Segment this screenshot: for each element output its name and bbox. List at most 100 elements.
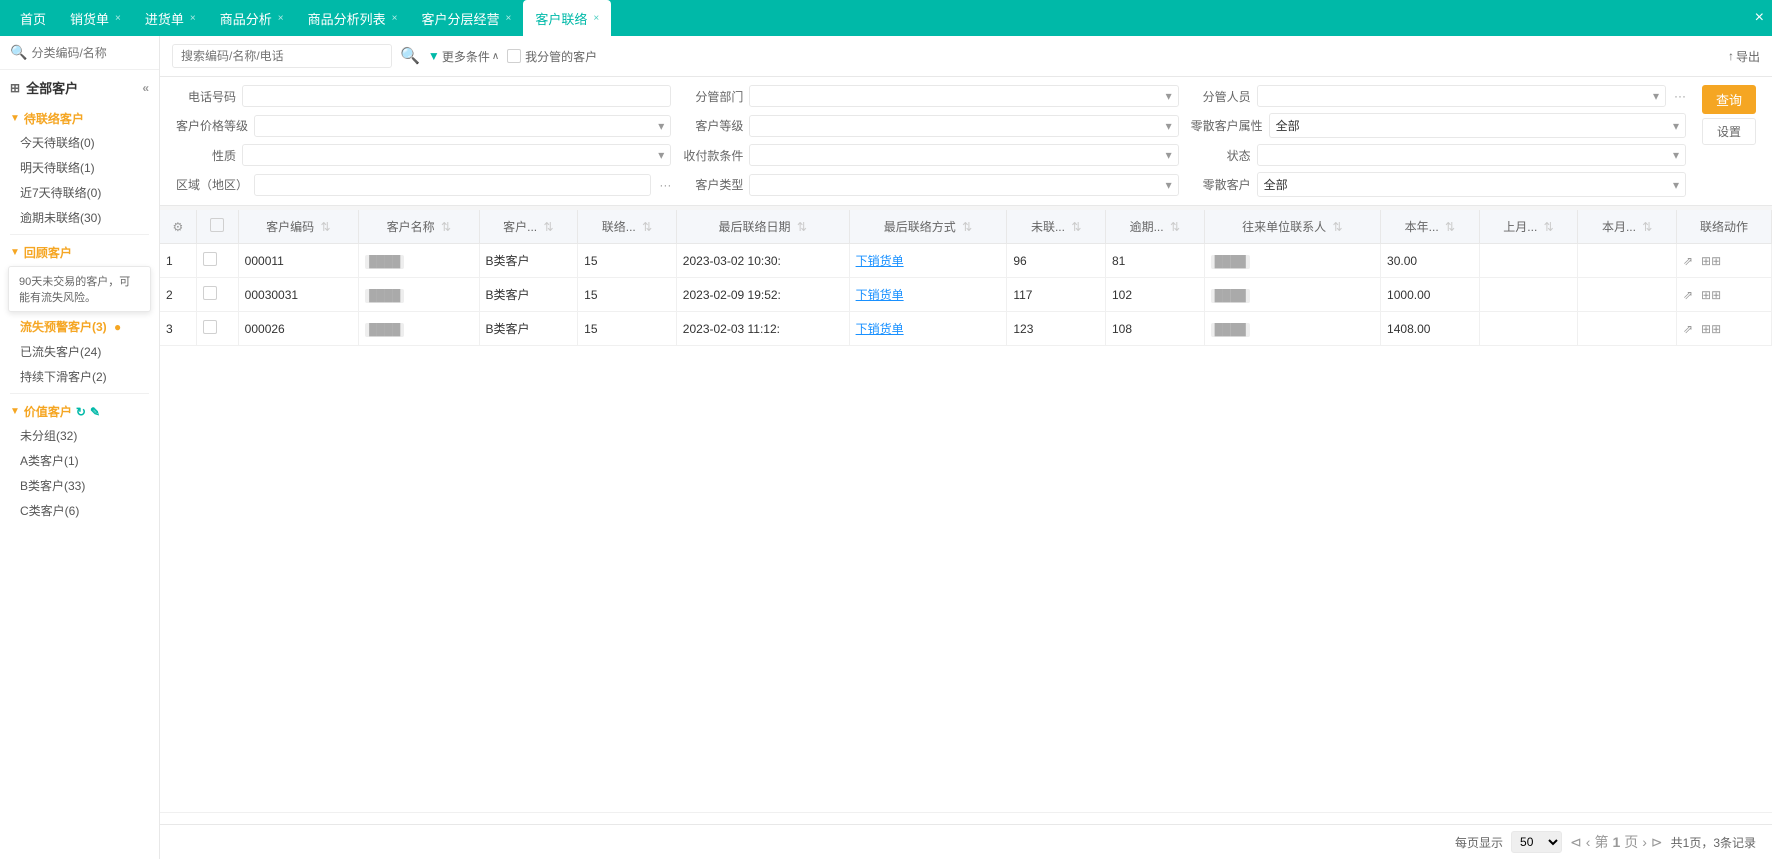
sort-icon-this-year[interactable]: ⇅ [1445, 220, 1455, 234]
my-customers-toggle[interactable]: 我分管的客户 [507, 48, 597, 65]
tab-customer-stratification[interactable]: 客户分层经营 × [409, 0, 523, 36]
filter-scatter-attr-select[interactable]: 全部 ▾ [1269, 113, 1686, 138]
row-checkbox[interactable] [203, 320, 217, 334]
sort-icon-this-month[interactable]: ⇅ [1642, 220, 1652, 234]
filter-customer-type-select[interactable]: ▾ [749, 174, 1178, 196]
sidebar-item-ungrouped[interactable]: 未分组(32) [0, 423, 159, 448]
page-unit: 页 [1624, 832, 1638, 852]
table-settings-icon[interactable]: ⚙ [172, 220, 183, 234]
close-tab-customer-stratification[interactable]: × [505, 13, 511, 24]
action-link-icon[interactable]: ⇗ [1683, 322, 1693, 336]
sidebar-group-value[interactable]: ▼ 价值客户 ↻ ✎ [0, 398, 159, 423]
sidebar-item-class-c[interactable]: C类客户(6) [0, 498, 159, 523]
close-tab-purchase-order[interactable]: × [190, 13, 196, 24]
sidebar-all-customers[interactable]: ⊞ 全部客户 « [0, 70, 159, 105]
last-method-link[interactable]: 下销货单 [856, 254, 904, 268]
window-close-button[interactable]: × [1755, 9, 1764, 27]
filter-region-input[interactable] [254, 174, 651, 196]
row-contact-person: ████ [1204, 278, 1380, 312]
action-link-icon[interactable]: ⇗ [1683, 254, 1693, 268]
close-tab-product-analysis[interactable]: × [278, 13, 284, 24]
per-page-select[interactable]: 50 100 [1511, 831, 1562, 853]
action-link-icon[interactable]: ⇗ [1683, 288, 1693, 302]
action-more-icon[interactable]: ⊞⊞ [1701, 288, 1721, 302]
sidebar-item-overdue-contact[interactable]: 逾期未联络(30) [0, 205, 159, 230]
sidebar-item-tomorrow-contact[interactable]: 明天待联络(1) [0, 155, 159, 180]
search-button[interactable]: 🔍 [400, 46, 420, 66]
search-input[interactable] [172, 44, 392, 68]
sidebar-item-churned[interactable]: 已流失客户(24) [0, 339, 159, 364]
sidebar-item-declining[interactable]: 持续下滑客户(2) [0, 364, 159, 389]
query-button[interactable]: 查询 [1702, 85, 1756, 114]
select-all-checkbox[interactable] [210, 218, 224, 232]
filter-nature-select[interactable]: ▾ [242, 144, 671, 166]
tab-purchase-order[interactable]: 进货单 × [133, 0, 208, 36]
sidebar-item-today-contact[interactable]: 今天待联络(0) [0, 130, 159, 155]
page-prev-btn[interactable]: ‹ [1586, 834, 1591, 850]
sidebar-item-class-a[interactable]: A类客户(1) [0, 448, 159, 473]
search-bar: 🔍 ▼ 更多条件 ∧ 我分管的客户 ↑ 导出 [160, 36, 1772, 77]
filter-status: 状态 ▾ [1191, 144, 1686, 166]
filter-settings-button[interactable]: 设置 [1702, 118, 1756, 145]
sort-icon-last-month[interactable]: ⇅ [1544, 220, 1554, 234]
tab-product-analysis[interactable]: 商品分析 × [208, 0, 296, 36]
sort-icon-type[interactable]: ⇅ [543, 220, 553, 234]
last-method-link[interactable]: 下销货单 [856, 322, 904, 336]
sort-icon-overdue[interactable]: ⇅ [1170, 220, 1180, 234]
sidebar-group-review[interactable]: ▼ 回顾客户 [0, 239, 159, 264]
close-tab-product-analysis-list[interactable]: × [392, 13, 398, 24]
filter-status-select[interactable]: ▾ [1257, 144, 1686, 166]
sidebar-item-7day-contact[interactable]: 近7天待联络(0) [0, 180, 159, 205]
my-customers-checkbox[interactable] [507, 49, 521, 63]
filter-region: 区域（地区） ··· [176, 174, 671, 196]
action-more-icon[interactable]: ⊞⊞ [1701, 322, 1721, 336]
filter-manager-select[interactable]: ▾ [1257, 85, 1666, 107]
filter-payment-select[interactable]: ▾ [749, 144, 1178, 166]
page-next-btn[interactable]: › [1642, 834, 1647, 850]
col-unlink-days: 未联... ⇅ [1007, 210, 1106, 244]
filter-scatter-customer-select[interactable]: 全部 ▾ [1257, 172, 1686, 197]
page-last-btn[interactable]: ⊳ [1651, 834, 1663, 851]
last-method-link[interactable]: 下销货单 [856, 288, 904, 302]
tab-home[interactable]: 首页 [8, 0, 58, 36]
action-more-icon[interactable]: ⊞⊞ [1701, 254, 1721, 268]
tab-product-analysis-list[interactable]: 商品分析列表 × [296, 0, 410, 36]
filter-customer-tier-select[interactable]: ▾ [749, 115, 1178, 137]
edit-icon[interactable]: ✎ [90, 405, 100, 419]
horizontal-scrollbar[interactable] [160, 812, 1772, 824]
filter-dept-select[interactable]: ▾ [749, 85, 1178, 107]
sidebar-search-input[interactable] [31, 46, 149, 60]
manager-dots[interactable]: ··· [1674, 89, 1686, 103]
sidebar-group-pending[interactable]: ▼ 待联络客户 [0, 105, 159, 130]
row-last-month [1479, 278, 1578, 312]
filter-phone-input[interactable] [242, 85, 671, 107]
refresh-icon[interactable]: ↻ [76, 405, 86, 419]
sort-icon-name[interactable]: ⇅ [441, 220, 451, 234]
sidebar-item-class-b[interactable]: B类客户(33) [0, 473, 159, 498]
sort-icon-last-method[interactable]: ⇅ [962, 220, 972, 234]
filter-price-tier-select[interactable]: ▾ [254, 115, 671, 137]
row-contact-person: ████ [1204, 244, 1380, 278]
close-tab-customer-contact[interactable]: × [593, 13, 599, 24]
row-contact-count: 15 [578, 278, 677, 312]
row-this-month [1578, 312, 1677, 346]
tab-customer-contact[interactable]: 客户联络 × [523, 0, 611, 36]
close-tab-sales-order[interactable]: × [115, 13, 121, 24]
sort-icon-contact-person[interactable]: ⇅ [1332, 220, 1342, 234]
row-checkbox[interactable] [203, 286, 217, 300]
region-dots[interactable]: ··· [659, 178, 671, 192]
col-this-year: 本年... ⇅ [1381, 210, 1480, 244]
row-checkbox[interactable] [203, 252, 217, 266]
sort-icon-last-date[interactable]: ⇅ [797, 220, 807, 234]
more-conditions-toggle[interactable]: ▼ 更多条件 ∧ [428, 48, 499, 65]
sort-icon-unlink-days[interactable]: ⇅ [1071, 220, 1081, 234]
scatter-customer-arrow: ▾ [1673, 178, 1679, 192]
sidebar-item-churn-warning[interactable]: 流失预警客户(3) ● [0, 314, 159, 339]
page-first-btn[interactable]: ⊲ [1570, 834, 1582, 851]
page-input-label: 第 [1594, 832, 1608, 852]
export-button[interactable]: ↑ 导出 [1728, 48, 1760, 65]
tab-sales-order[interactable]: 销货单 × [58, 0, 133, 36]
sort-icon-contact-count[interactable]: ⇅ [642, 220, 652, 234]
export-icon: ↑ [1728, 49, 1734, 63]
sort-icon-code[interactable]: ⇅ [321, 220, 331, 234]
